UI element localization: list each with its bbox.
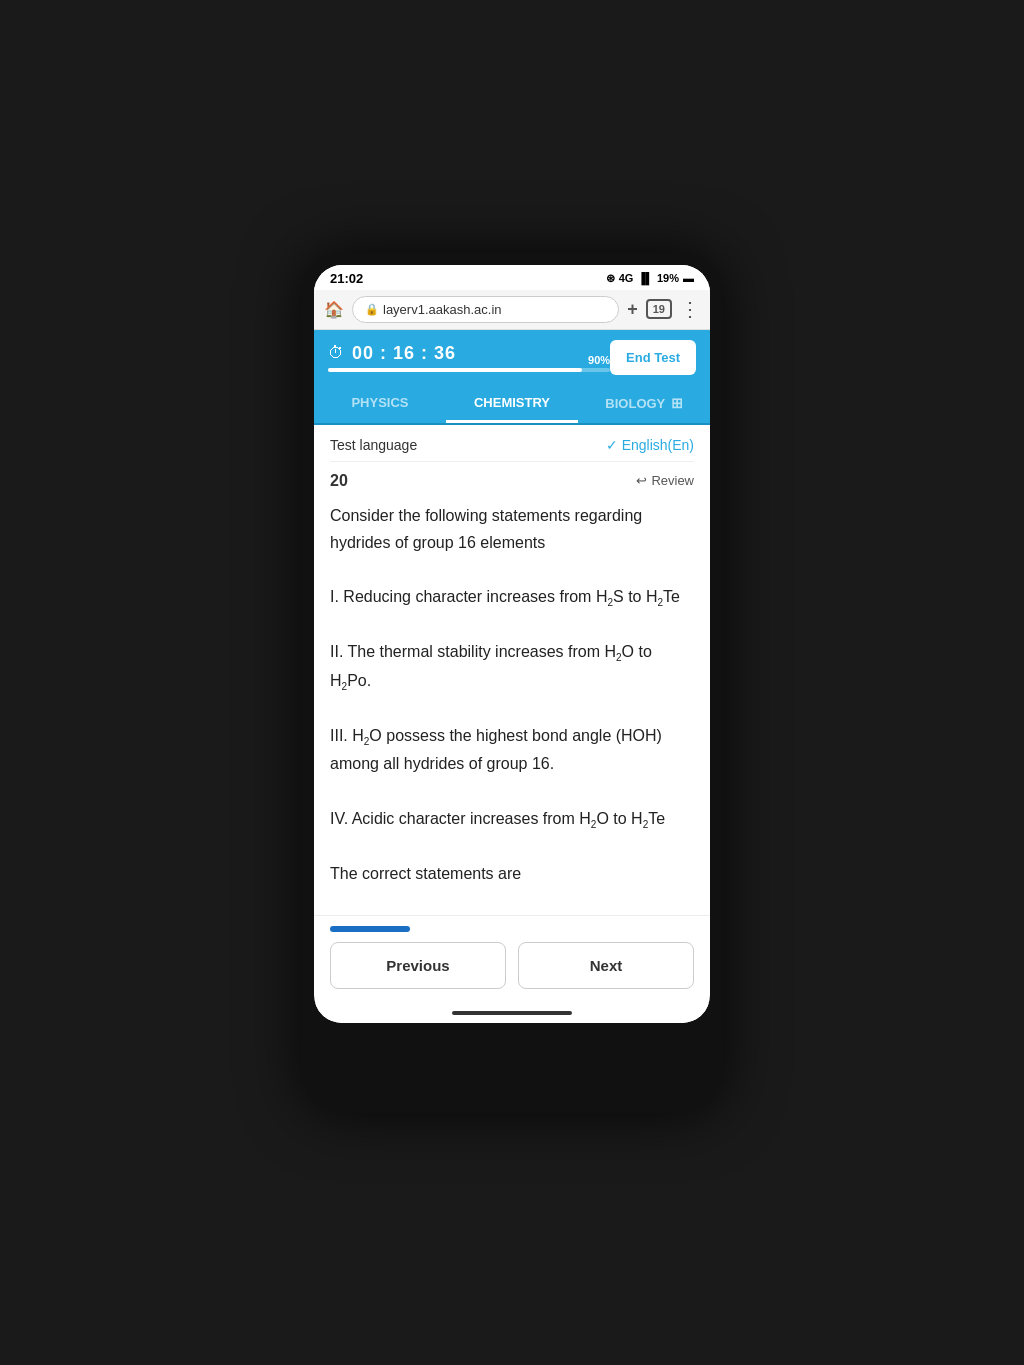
tab-biology[interactable]: BIOLOGY ⊞ — [578, 385, 710, 423]
question-meta-row: 20 ↩ Review — [330, 472, 694, 490]
timer-icon: ⏱ — [328, 344, 344, 362]
question-text: Consider the following statements regard… — [330, 502, 694, 888]
battery-icon: ▬ — [683, 272, 694, 284]
grid-icon: ⊞ — [671, 395, 683, 411]
phone-screen: 21:02 ⊛ 4G ▐▌ 19% ▬ 🏠 🔒 layerv1.aakash.a… — [314, 265, 710, 1024]
answer-indicator — [330, 926, 410, 932]
status-icons: ⊛ 4G ▐▌ 19% ▬ — [606, 272, 694, 285]
bookmark-icon: ↩ — [636, 473, 647, 488]
home-icon[interactable]: 🏠 — [324, 300, 344, 319]
lock-icon: 🔒 — [365, 303, 379, 316]
url-text: layerv1.aakash.ac.in — [383, 302, 502, 317]
progress-label: 90% — [588, 354, 610, 366]
end-test-button[interactable]: End Test — [610, 340, 696, 375]
wifi-icon: ⊛ — [606, 272, 615, 285]
bottom-area: Previous Next — [314, 915, 710, 1003]
progress-bar-container: 90% — [328, 368, 610, 372]
more-options-icon[interactable]: ⋮ — [680, 297, 700, 321]
test-language-row: Test language ✓ English(En) — [330, 437, 694, 462]
next-button[interactable]: Next — [518, 942, 694, 989]
timer-section: ⏱ 00 : 16 : 36 90% — [328, 343, 610, 372]
url-bar[interactable]: 🔒 layerv1.aakash.ac.in — [352, 296, 619, 323]
review-label[interactable]: ↩ Review — [636, 473, 694, 488]
phone-shell: 21:02 ⊛ 4G ▐▌ 19% ▬ 🏠 🔒 layerv1.aakash.a… — [302, 253, 722, 1113]
question-number: 20 — [330, 472, 348, 490]
status-bar: 21:02 ⊛ 4G ▐▌ 19% ▬ — [314, 265, 710, 290]
signal-strength: 4G — [619, 272, 634, 284]
checkmark-icon: ✓ — [606, 437, 618, 453]
tab-physics[interactable]: PHYSICS — [314, 385, 446, 423]
previous-button[interactable]: Previous — [330, 942, 506, 989]
test-language-value[interactable]: ✓ English(En) — [606, 437, 694, 453]
nav-buttons: Previous Next — [330, 942, 694, 989]
tab-count[interactable]: 19 — [646, 299, 672, 319]
question-area: Test language ✓ English(En) 20 ↩ Review … — [314, 425, 710, 916]
subject-tabs: PHYSICS CHEMISTRY BIOLOGY ⊞ — [314, 385, 710, 425]
progress-bar-fill — [328, 368, 582, 372]
browser-bar: 🏠 🔒 layerv1.aakash.ac.in + 19 ⋮ — [314, 290, 710, 330]
tab-chemistry[interactable]: CHEMISTRY — [446, 385, 578, 423]
add-tab-icon[interactable]: + — [627, 299, 638, 320]
test-header: ⏱ 00 : 16 : 36 90% End Test — [314, 330, 710, 385]
status-time: 21:02 — [330, 271, 363, 286]
timer-row: ⏱ 00 : 16 : 36 — [328, 343, 610, 364]
signal-bars-icon: ▐▌ — [637, 272, 653, 284]
test-language-label: Test language — [330, 437, 417, 453]
home-bar — [452, 1011, 572, 1015]
home-indicator — [314, 1003, 710, 1023]
battery-level: 19% — [657, 272, 679, 284]
timer-text: 00 : 16 : 36 — [352, 343, 456, 364]
